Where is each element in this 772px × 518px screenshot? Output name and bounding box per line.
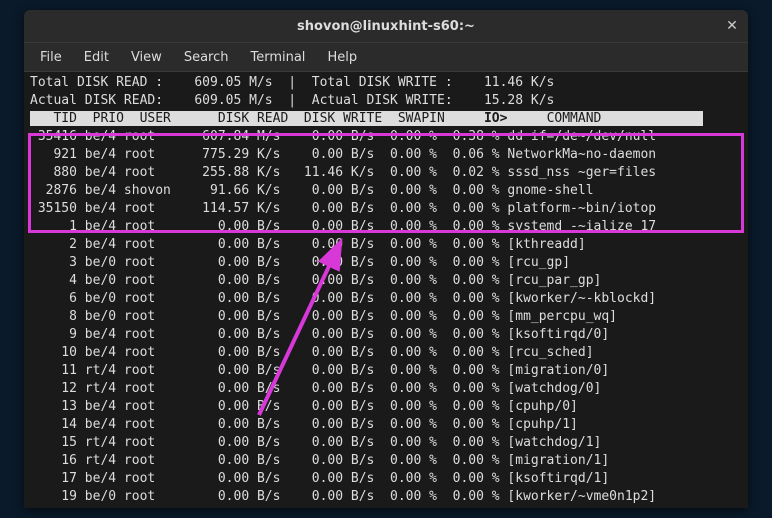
titlebar[interactable]: shovon@linuxhint-s60:~ ✕ <box>24 10 748 43</box>
close-icon[interactable]: ✕ <box>724 18 740 34</box>
menubar: File Edit View Search Terminal Help <box>24 43 748 72</box>
menu-help[interactable]: Help <box>317 47 367 68</box>
terminal-body[interactable]: Total DISK READ : 609.05 M/s | Total DIS… <box>24 72 748 508</box>
menu-file[interactable]: File <box>30 47 72 68</box>
menu-view[interactable]: View <box>121 47 172 68</box>
menu-terminal[interactable]: Terminal <box>240 47 315 68</box>
window-title: shovon@linuxhint-s60:~ <box>297 19 475 34</box>
menu-edit[interactable]: Edit <box>74 47 119 68</box>
menu-search[interactable]: Search <box>174 47 239 68</box>
terminal-window: shovon@linuxhint-s60:~ ✕ File Edit View … <box>24 10 748 508</box>
